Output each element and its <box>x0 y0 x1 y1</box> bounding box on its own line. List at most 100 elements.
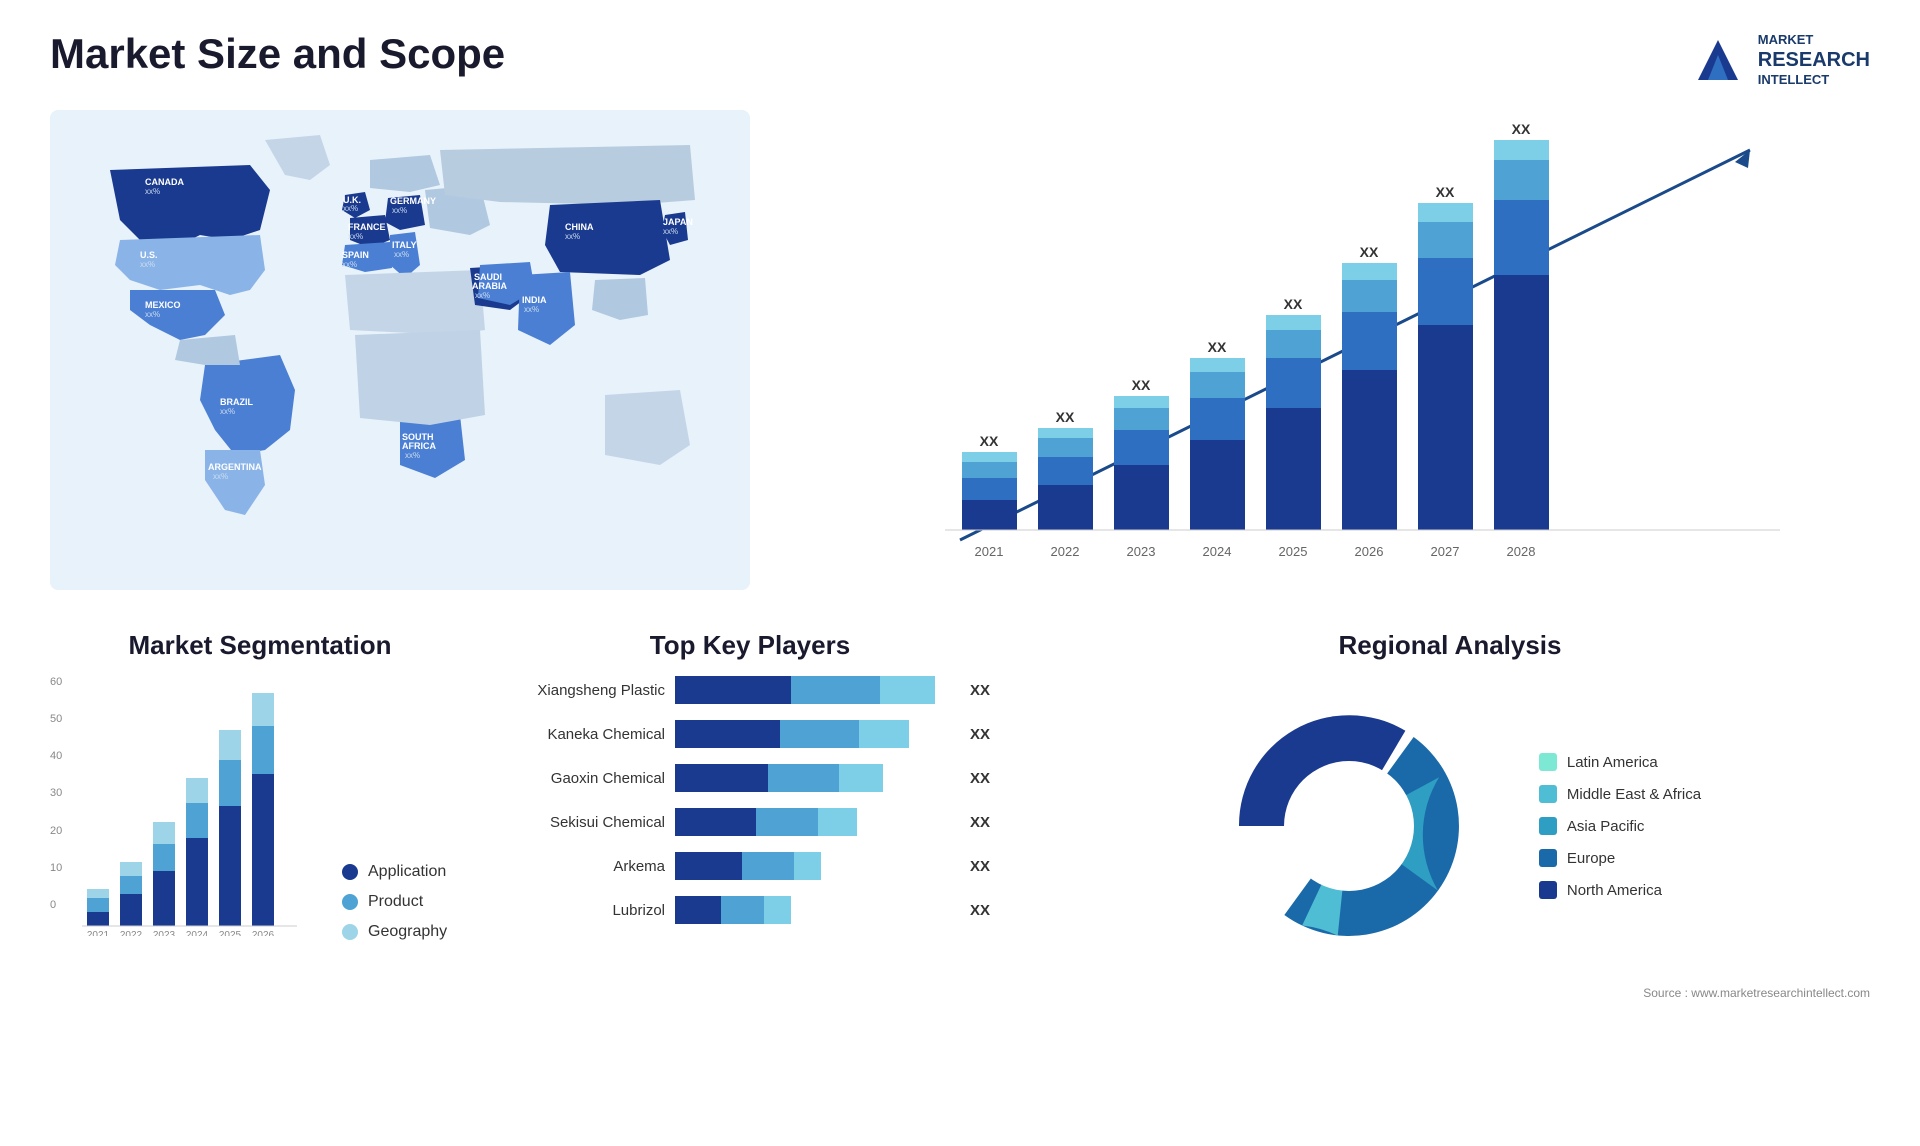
svg-text:2024: 2024 <box>1203 544 1232 559</box>
regional-legend: Latin America Middle East & Africa Asia … <box>1539 753 1701 899</box>
svg-text:xx%: xx% <box>394 250 409 259</box>
svg-text:2025: 2025 <box>219 930 242 936</box>
bottom-section: Market Segmentation 60 50 40 30 20 10 0 <box>50 630 1870 1000</box>
svg-text:FRANCE: FRANCE <box>348 222 386 232</box>
svg-text:XX: XX <box>1132 377 1151 393</box>
bar-chart-svg: XX 2021 XX 2022 XX 2023 <box>810 110 1870 590</box>
logo-line2: RESEARCH <box>1758 48 1870 72</box>
legend-dot-product <box>342 894 358 910</box>
player-row-6: Lubrizol XX <box>510 896 990 924</box>
legend-asia-pacific: Asia Pacific <box>1539 817 1701 835</box>
player-row-3: Gaoxin Chemical XX <box>510 764 990 792</box>
svg-text:CHINA: CHINA <box>565 222 594 232</box>
svg-text:2023: 2023 <box>1127 544 1156 559</box>
svg-text:JAPAN: JAPAN <box>663 217 693 227</box>
player-bar-4 <box>675 808 952 836</box>
logo-line3: INTELLECT <box>1758 72 1870 88</box>
legend-geography: Geography <box>342 923 447 941</box>
player-bar-1 <box>675 676 952 704</box>
player-bar-2 <box>675 720 952 748</box>
segmentation-chart: 60 50 40 30 20 10 0 <box>50 676 470 941</box>
svg-text:CANADA: CANADA <box>145 177 184 187</box>
svg-text:ITALY: ITALY <box>392 240 417 250</box>
legend-product: Product <box>342 893 447 911</box>
svg-text:2024: 2024 <box>186 930 209 936</box>
svg-text:SPAIN: SPAIN <box>342 250 369 260</box>
svg-text:2026: 2026 <box>1355 544 1384 559</box>
source-text: Source : www.marketresearchintellect.com <box>1030 986 1870 1000</box>
page-title: Market Size and Scope <box>50 30 505 78</box>
regional-chart-area: Latin America Middle East & Africa Asia … <box>1030 676 1870 976</box>
player-row-1: Xiangsheng Plastic XX <box>510 676 990 704</box>
logo-text: MARKET RESEARCH INTELLECT <box>1758 32 1870 87</box>
legend-north-america: North America <box>1539 881 1701 899</box>
player-bar-6 <box>675 896 952 924</box>
svg-text:2026: 2026 <box>252 930 275 936</box>
segmentation-container: Market Segmentation 60 50 40 30 20 10 0 <box>50 630 470 941</box>
svg-text:2025: 2025 <box>1279 544 1308 559</box>
top-section: CANADA xx% U.S. xx% MEXICO xx% BRAZIL xx… <box>50 110 1870 590</box>
legend-dot-geography <box>342 924 358 940</box>
svg-text:XX: XX <box>1208 339 1227 355</box>
regional-container: Regional Analysis <box>1030 630 1870 1000</box>
segmentation-legend: Application Product Geography <box>342 863 447 941</box>
svg-text:XX: XX <box>980 433 999 449</box>
svg-text:xx%: xx% <box>145 187 160 196</box>
svg-text:ARGENTINA: ARGENTINA <box>208 462 262 472</box>
svg-text:xx%: xx% <box>342 260 357 269</box>
player-bar-3 <box>675 764 952 792</box>
donut-chart <box>1199 676 1499 976</box>
svg-text:xx%: xx% <box>220 407 235 416</box>
svg-text:XX: XX <box>1436 184 1455 200</box>
legend-application: Application <box>342 863 447 881</box>
legend-dot-europe <box>1539 849 1557 867</box>
segmentation-title: Market Segmentation <box>50 630 470 661</box>
page-header: Market Size and Scope MARKET RESEARCH IN… <box>50 30 1870 90</box>
legend-dot-latin-america <box>1539 753 1557 771</box>
svg-text:ARABIA: ARABIA <box>472 281 507 291</box>
growth-bar-chart: XX 2021 XX 2022 XX 2023 <box>790 110 1870 590</box>
legend-middle-east: Middle East & Africa <box>1539 785 1701 803</box>
svg-text:BRAZIL: BRAZIL <box>220 397 253 407</box>
svg-text:U.S.: U.S. <box>140 250 158 260</box>
svg-text:xx%: xx% <box>140 260 155 269</box>
svg-text:xx%: xx% <box>145 310 160 319</box>
svg-text:xx%: xx% <box>213 472 228 481</box>
key-players-container: Top Key Players Xiangsheng Plastic XX Ka… <box>510 630 990 940</box>
svg-text:XX: XX <box>1284 296 1303 312</box>
svg-text:AFRICA: AFRICA <box>402 441 436 451</box>
logo-area: MARKET RESEARCH INTELLECT <box>1688 30 1870 90</box>
player-row-2: Kaneka Chemical XX <box>510 720 990 748</box>
logo-line1: MARKET <box>1758 32 1870 48</box>
svg-text:MEXICO: MEXICO <box>145 300 181 310</box>
svg-text:2028: 2028 <box>1507 544 1536 559</box>
svg-text:2027: 2027 <box>1431 544 1460 559</box>
donut-svg <box>1199 676 1499 976</box>
svg-text:2022: 2022 <box>1051 544 1080 559</box>
svg-text:2022: 2022 <box>120 930 143 936</box>
svg-text:2023: 2023 <box>153 930 176 936</box>
legend-europe: Europe <box>1539 849 1701 867</box>
svg-text:XX: XX <box>1360 244 1379 260</box>
player-row-4: Sekisui Chemical XX <box>510 808 990 836</box>
svg-text:xx%: xx% <box>343 204 358 213</box>
svg-text:2021: 2021 <box>975 544 1004 559</box>
svg-text:xx%: xx% <box>475 291 490 300</box>
regional-title: Regional Analysis <box>1030 630 1870 661</box>
svg-text:xx%: xx% <box>524 305 539 314</box>
key-players-title: Top Key Players <box>510 630 990 661</box>
svg-text:XX: XX <box>1056 409 1075 425</box>
svg-text:GERMANY: GERMANY <box>390 196 436 206</box>
player-bar-5 <box>675 852 952 880</box>
world-map-container: CANADA xx% U.S. xx% MEXICO xx% BRAZIL xx… <box>50 110 750 590</box>
legend-dot-application <box>342 864 358 880</box>
segmentation-svg: 2021 2022 2023 2024 2025 2026 <box>82 676 302 936</box>
svg-text:INDIA: INDIA <box>522 295 547 305</box>
svg-text:xx%: xx% <box>405 451 420 460</box>
svg-text:XX: XX <box>1512 121 1531 137</box>
legend-latin-america: Latin America <box>1539 753 1701 771</box>
legend-dot-asia-pacific <box>1539 817 1557 835</box>
svg-text:xx%: xx% <box>565 232 580 241</box>
player-row-5: Arkema XX <box>510 852 990 880</box>
svg-text:xx%: xx% <box>348 232 363 241</box>
